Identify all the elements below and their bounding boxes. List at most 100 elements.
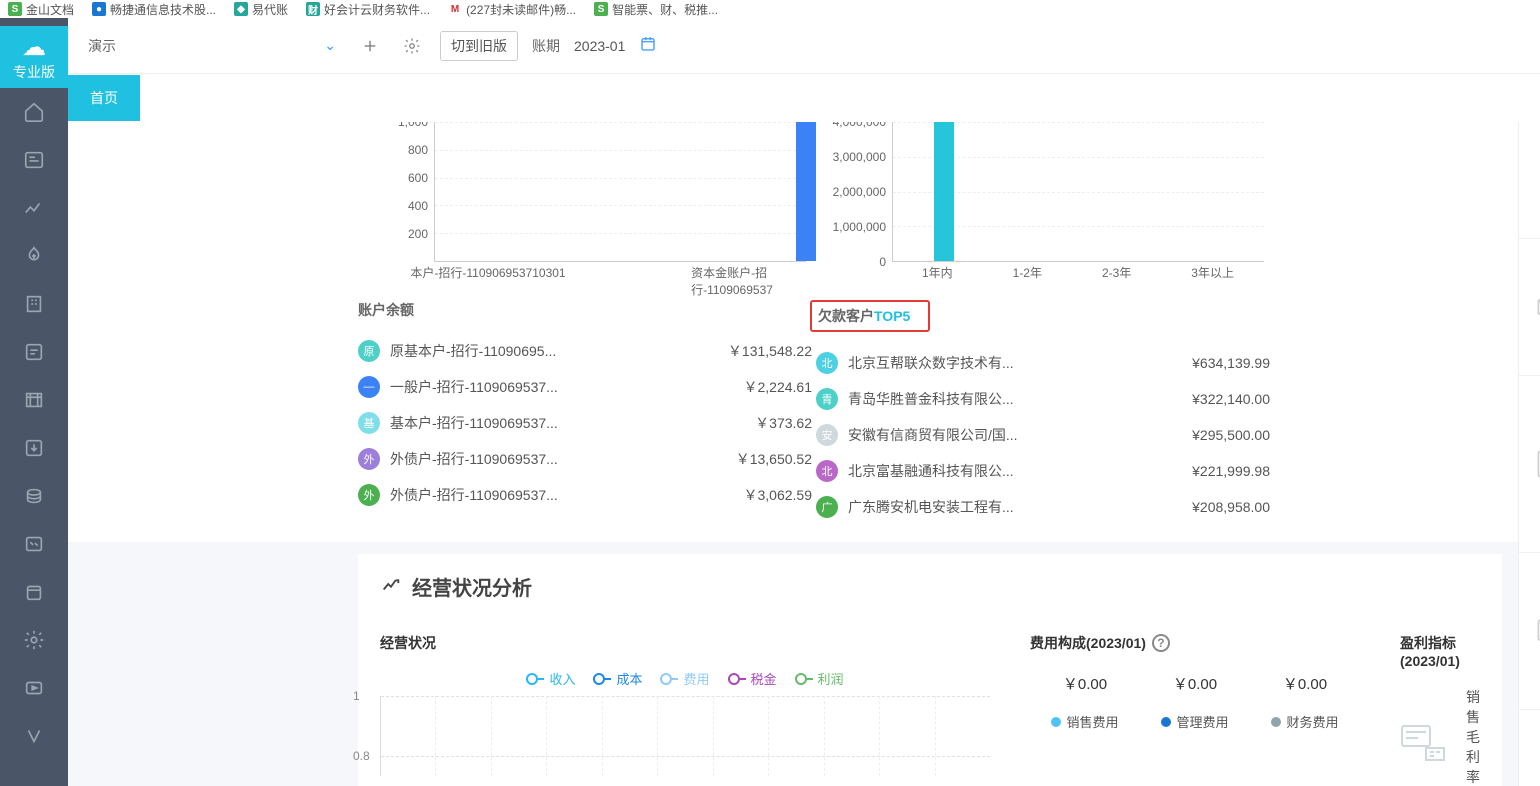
browser-tab-strip: S金山文档 ●畅捷通信息技术股... ◆易代账 财好会计云财务软件... M(2… [0, 0, 1540, 18]
x-label: 本户-招行-110906953710301 [410, 264, 565, 281]
status-subtitle: 经营状况 [380, 633, 990, 653]
analysis-card: 经营状况分析 经营状况 收入 成本 费用 税金 利润 [358, 554, 1502, 786]
asset-icon [1533, 611, 1540, 651]
logo[interactable]: ☁ 专业版 [0, 26, 68, 88]
list-item[interactable]: 外外债户-招行-1109069537...￥3,062.59 [358, 484, 812, 506]
metric-row[interactable]: 总资产周转率 [1519, 553, 1540, 710]
nav-settings-icon[interactable] [0, 616, 68, 664]
nav-v-icon[interactable] [0, 712, 68, 760]
cost-value: ￥0.00 [1283, 673, 1327, 694]
nav-building-icon[interactable] [0, 280, 68, 328]
cost-subtitle: 费用构成(2023/01) ? [1030, 633, 1360, 653]
list-title: 账户余额 [358, 300, 812, 320]
list-item[interactable]: 基基本户-招行-1109069537...￥373.62 [358, 412, 812, 434]
list-item[interactable]: 广广东腾安机电安装工程有...¥208,958.00 [816, 496, 1270, 518]
debtor-title-highlight: 欠款客户TOP5 [810, 300, 930, 332]
customer-icon: 安 [816, 424, 838, 446]
nav-home-icon[interactable] [0, 88, 68, 136]
tab-home[interactable]: 首页 [68, 75, 140, 121]
customer-icon: 青 [816, 388, 838, 410]
metric-row[interactable]: 速动比率 [1519, 122, 1540, 239]
list-item[interactable]: 原原基本户-招行-11090695...￥131,548.22 [358, 340, 812, 362]
y-tick: 200 [408, 227, 428, 241]
chart-bar [934, 122, 954, 261]
chart-bar [796, 122, 816, 261]
account-icon: — [358, 376, 380, 398]
chart-legend: 收入 成本 费用 税金 利润 [380, 669, 990, 688]
list-item[interactable]: 北北京互帮联众数字技术有...¥634,139.99 [816, 352, 1270, 374]
list-item[interactable]: 安安徽有信商贸有限公司/国...¥295,500.00 [816, 424, 1270, 446]
account-icon: 原 [358, 340, 380, 362]
tabs-bar: 首页 [68, 74, 1540, 122]
customer-icon: 广 [816, 496, 838, 518]
account-icon: 外 [358, 448, 380, 470]
analysis-icon [380, 573, 402, 601]
project-name: 演示 [88, 36, 116, 56]
legend-item: 财务费用 [1271, 712, 1338, 731]
add-icon[interactable] [356, 32, 384, 60]
nav-video-icon[interactable] [0, 664, 68, 712]
customer-icon: 北 [816, 460, 838, 482]
y-tick: 600 [408, 171, 428, 185]
cost-value: ￥0.00 [1063, 673, 1107, 694]
nav-transfer-icon[interactable] [0, 520, 68, 568]
calendar-icon[interactable] [639, 35, 657, 56]
list-item[interactable]: 北北京富基融通科技有限公...¥221,999.98 [816, 460, 1270, 482]
y-tick: 800 [408, 143, 428, 157]
browser-tab[interactable]: ◆易代账 [234, 1, 288, 18]
account-icon: 基 [358, 412, 380, 434]
x-label: 资本金账户-招行-1109069537 [691, 264, 773, 298]
legend-item: 管理费用 [1161, 712, 1228, 731]
customer-icon: 北 [816, 352, 838, 374]
gear-icon[interactable] [398, 32, 426, 60]
chevron-down-icon: ⌄ [324, 37, 336, 54]
browser-tab[interactable]: S智能票、财、税推... [594, 1, 718, 18]
nav-receipt-icon[interactable] [0, 376, 68, 424]
list-item[interactable]: —一般户-招行-1109069537...￥2,224.61 [358, 376, 812, 398]
list-item[interactable]: 外外债户-招行-1109069537...￥13,650.52 [358, 448, 812, 470]
y-tick: 400 [408, 199, 428, 213]
account-balance-chart: 1,000 800 600 400 200 [358, 122, 812, 284]
list-item[interactable]: 青青岛华胜普金科技有限公...¥322,140.00 [816, 388, 1270, 410]
info-icon[interactable]: ? [1152, 634, 1170, 652]
x-label: 2-3年 [1102, 264, 1131, 281]
x-label: 1-2年 [1013, 264, 1042, 281]
account-icon: 外 [358, 484, 380, 506]
period-label: 账期 [532, 36, 560, 56]
browser-tab[interactable]: S金山文档 [8, 1, 74, 18]
metric-row[interactable]: 存货周转率 [1519, 239, 1540, 376]
header-bar: 演示 ⌄ 切到旧版 账期 2023-01 [68, 18, 1540, 74]
sidebar: ☁ 专业版 [0, 18, 68, 786]
logo-text: 专业版 [13, 62, 55, 82]
browser-tab[interactable]: ●畅捷通信息技术股... [92, 1, 216, 18]
nav-voucher-icon[interactable] [0, 136, 68, 184]
browser-tab[interactable]: 财好会计云财务软件... [306, 1, 430, 18]
cloud-icon: ☁ [22, 33, 46, 62]
browser-tab[interactable]: M(227封未读邮件)畅... [448, 1, 576, 18]
profit-metric-label: 销售毛利率 [1466, 687, 1480, 786]
y-tick: 1,000 [398, 122, 428, 129]
switch-version-button[interactable]: 切到旧版 [440, 31, 518, 61]
x-label: 3年以上 [1191, 264, 1234, 281]
nav-archive-icon[interactable] [0, 568, 68, 616]
analysis-title: 经营状况分析 [412, 572, 532, 601]
debtor-top5-list: 欠款客户TOP5 北北京互帮联众数字技术有...¥634,139.99 青青岛华… [816, 300, 1270, 518]
nav-report-icon[interactable] [0, 328, 68, 376]
project-selector[interactable]: 演示 ⌄ [82, 30, 342, 62]
rocket-icon [1533, 160, 1540, 200]
nav-money-icon[interactable] [0, 232, 68, 280]
metric-row[interactable]: 应收账款周转率 [1519, 376, 1540, 553]
period-value: 2023-01 [574, 38, 625, 54]
nav-chart-icon[interactable] [0, 184, 68, 232]
account-balance-list: 账户余额 原原基本户-招行-11090695...￥131,548.22 —一般… [358, 300, 812, 518]
y-tick: 2,000,000 [833, 185, 886, 199]
y-tick: 3,000,000 [833, 150, 886, 164]
x-label: 1年内 [922, 264, 953, 281]
aging-chart: 4,000,000 3,000,000 2,000,000 1,000,000 … [816, 122, 1270, 284]
y-tick: 1,000,000 [833, 220, 886, 234]
profit-subtitle: 盈利指标(2023/01) [1400, 633, 1480, 669]
nav-download-icon[interactable] [0, 424, 68, 472]
nav-coins-icon[interactable] [0, 472, 68, 520]
y-tick: 0 [879, 255, 886, 269]
cost-value: ￥0.00 [1173, 673, 1217, 694]
